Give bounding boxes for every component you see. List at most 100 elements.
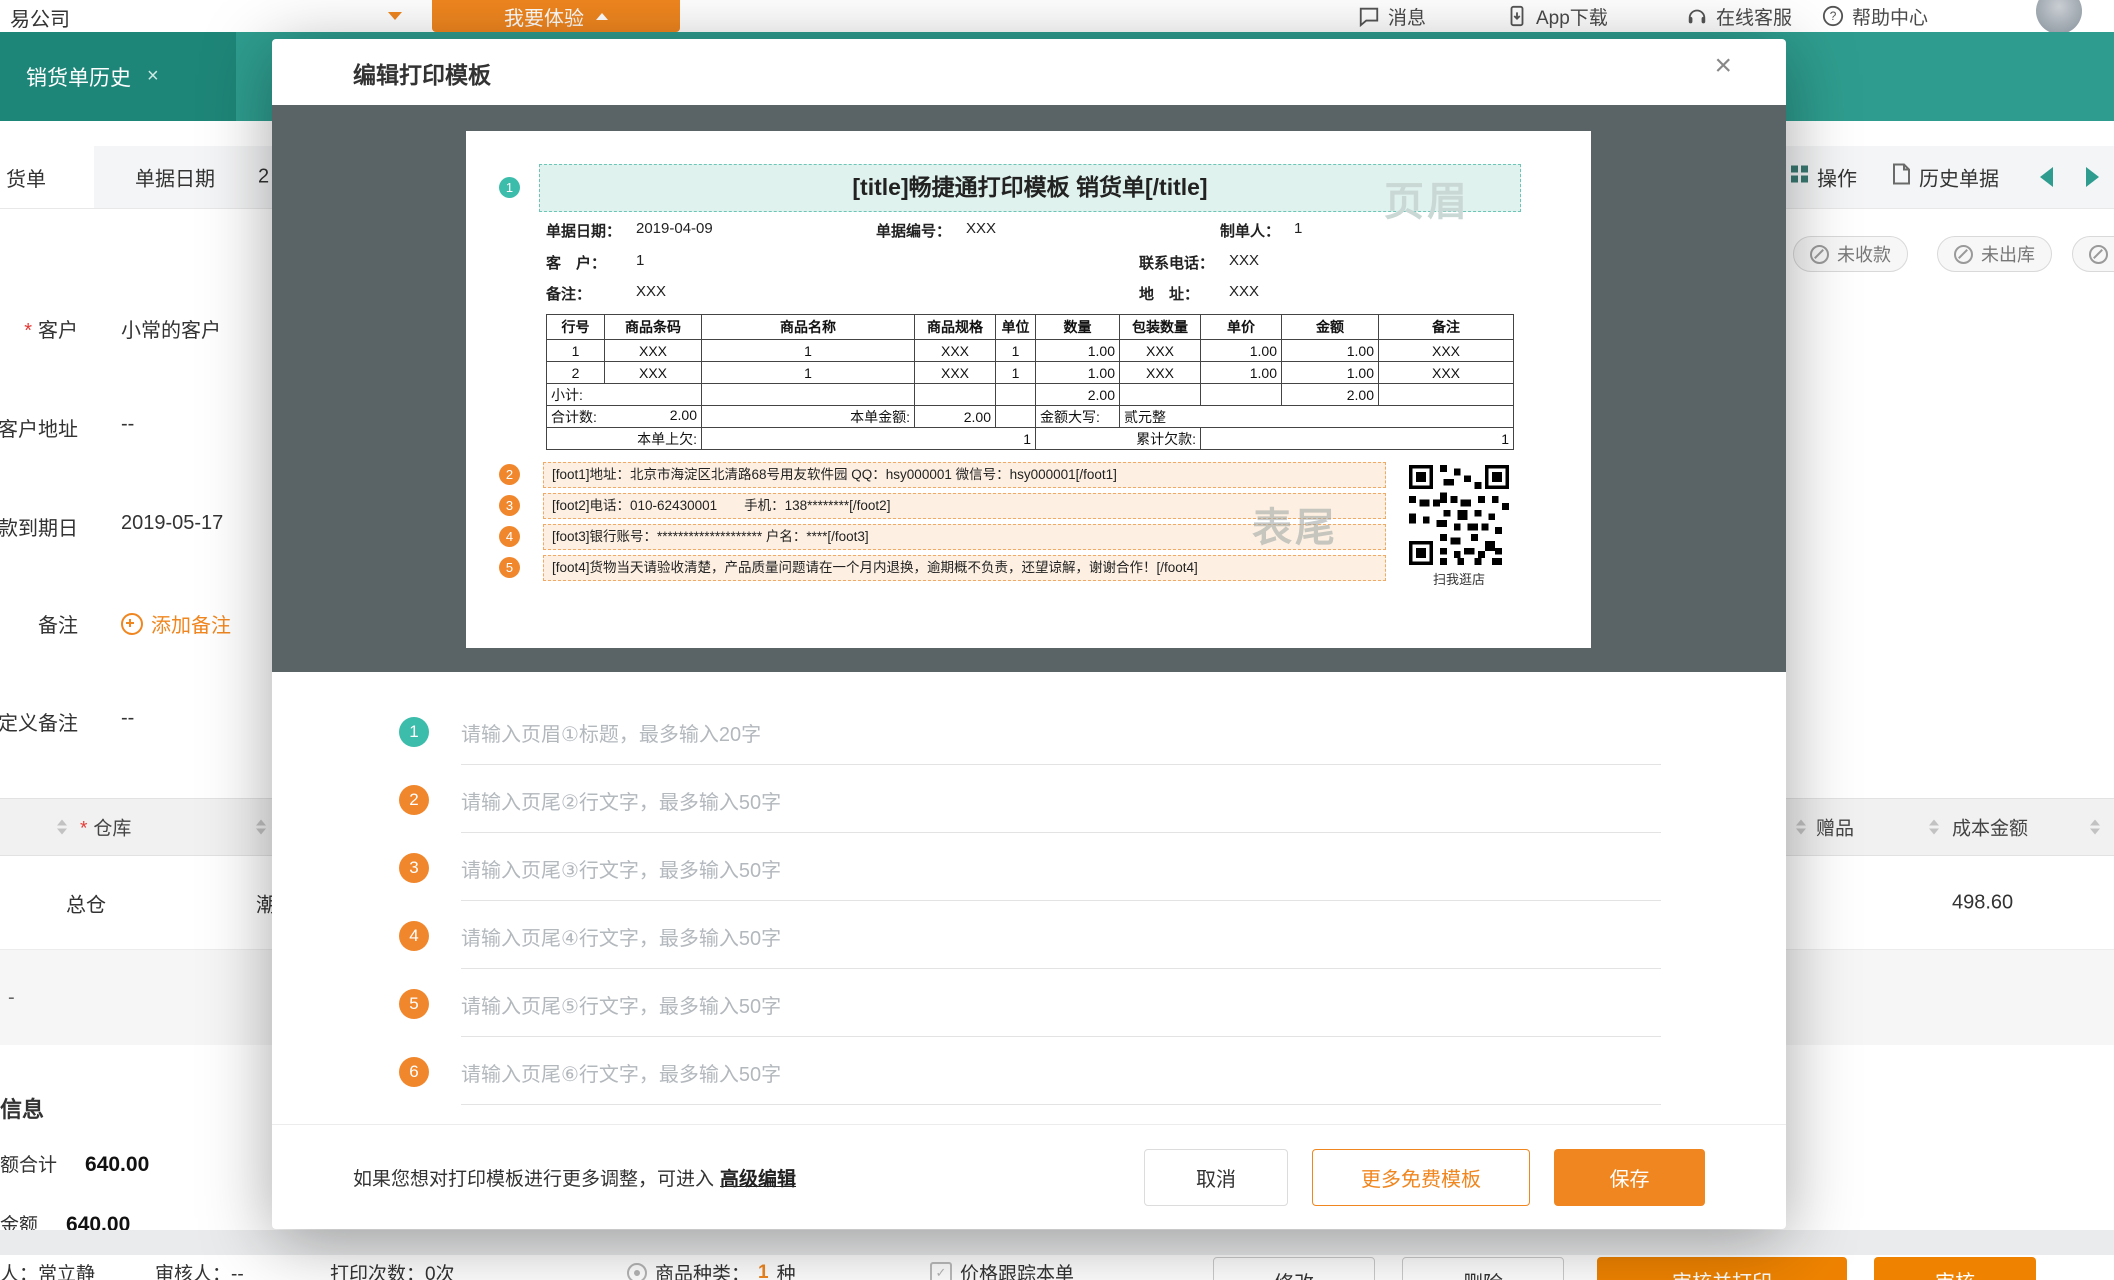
headset-icon	[1686, 5, 1708, 27]
template-items-table: 行号 商品条码 商品名称 商品规格 单位 数量 包装数量 单价 金额 备注 1 XXX 1X…	[546, 314, 1514, 450]
subtab-sales-order[interactable]: 货单	[0, 146, 94, 208]
marker-2: 2	[499, 464, 520, 485]
user-avatar[interactable]	[2036, 0, 2082, 34]
auditor: 审核人：--	[155, 1264, 244, 1280]
modal-title: 编辑打印模板	[353, 62, 491, 88]
sort-icon[interactable]	[1796, 819, 1806, 835]
template-table-subtotal-row: 小计: 2.00 2.00	[546, 383, 1514, 406]
audit-button[interactable]: 审核	[1874, 1257, 2036, 1280]
print-count: 打印次数：0次	[330, 1264, 455, 1280]
sort-icon[interactable]	[256, 819, 266, 835]
input-number-badge: 3	[399, 853, 429, 883]
topbar-item-label: 帮助中心	[1852, 7, 1929, 29]
next-record-arrow-icon[interactable]	[2086, 167, 2099, 187]
ban-icon	[1810, 244, 1829, 264]
header-title-input[interactable]	[461, 698, 1661, 765]
footer-line3-input[interactable]	[461, 834, 1661, 901]
doc-date-label: 单据日期	[135, 168, 215, 191]
ban-icon	[1954, 244, 1973, 264]
template-input-row-3: 3	[399, 834, 1661, 902]
template-table-row: 2 XXX 1 XXX 1 1.00 XXX 1.00 1.00 XXX	[546, 361, 1514, 384]
topbar-item-help-center[interactable]: ? 帮助中心	[1822, 0, 1928, 32]
gift-column-header[interactable]: 赠品	[1816, 814, 1854, 841]
experience-button[interactable]: 我要体验	[432, 0, 680, 32]
cost-amount-cell: 498.60	[1952, 891, 2014, 913]
more-free-templates-button[interactable]: 更多免费模板	[1312, 1148, 1530, 1206]
footer-line5-input[interactable]	[461, 970, 1661, 1037]
template-input-row-4: 4	[399, 902, 1661, 970]
topbar-item-customer-service[interactable]: 在线客服	[1686, 0, 1792, 32]
modify-button[interactable]: 修改	[1213, 1257, 1375, 1280]
sort-icon[interactable]	[2090, 819, 2100, 835]
modal-footer: 如果您想对打印模板进行更多调整，可进入 高级编辑 取消 更多免费模板 保存	[272, 1124, 1786, 1229]
input-number-badge: 4	[399, 921, 429, 951]
qr-code	[1409, 465, 1509, 570]
save-button[interactable]: 保存	[1554, 1148, 1705, 1206]
qr-caption: 扫我逛店	[1432, 572, 1485, 587]
input-number-badge: 1	[399, 717, 429, 747]
add-remark-label: 添加备注	[151, 615, 231, 637]
template-footer-line-4: [foot4]货物当天请验收清楚，产品质量问题请在一个月内退换，逾期概不负责，还…	[543, 555, 1386, 581]
marker-5: 5	[499, 557, 520, 578]
tab-close-icon[interactable]: ×	[147, 65, 159, 88]
template-input-row-1: 1	[399, 698, 1661, 766]
audit-and-print-button[interactable]: 审核并打印	[1597, 1257, 1847, 1280]
meta-no-value: XXX	[966, 220, 997, 237]
sort-icon[interactable]	[1929, 819, 1939, 835]
price-track-option[interactable]: ✓ 价格跟踪本单	[930, 1259, 1074, 1280]
history-docs-label: 历史单据	[1919, 168, 1999, 191]
due-date-value: 2019-05-17	[121, 512, 224, 534]
meta-addr-label: 地 址：	[1139, 286, 1200, 303]
modal-close-icon[interactable]: ×	[1714, 51, 1732, 81]
marker-3: 3	[499, 495, 520, 516]
required-star: *	[80, 818, 88, 840]
add-remark-link[interactable]: 添加备注	[121, 609, 231, 638]
status-badge-label: 未收款	[1837, 245, 1891, 265]
help-icon: ?	[1822, 5, 1844, 27]
input-number-badge: 6	[399, 1057, 429, 1087]
document-icon	[1892, 163, 1911, 191]
custom-remark-label: 定义备注	[0, 713, 78, 735]
marker-1: 1	[499, 177, 520, 198]
topbar-item-messages[interactable]: 消息	[1358, 0, 1426, 32]
meta-maker-value: 1	[1294, 220, 1303, 237]
app-root: 易公司 我要体验 消息 App下载 在线客服 ? 帮助中心 销货单历史 × 货单…	[0, 0, 2114, 1280]
product-kinds: 商品种类： 1 种	[627, 1259, 796, 1280]
section-divider-band	[0, 1230, 2114, 1255]
footer-line4-input[interactable]	[461, 902, 1661, 969]
cost-column-header[interactable]: 成本金额	[1952, 814, 2028, 841]
tab-sales-order-history[interactable]: 销货单历史 ×	[0, 32, 236, 121]
meta-date-value: 2019-04-09	[636, 220, 713, 237]
template-table-header-row: 行号 商品条码 商品名称 商品规格 单位 数量 包装数量 单价 金额 备注	[546, 314, 1514, 340]
advanced-edit-link[interactable]: 高级编辑	[720, 1164, 796, 1191]
meta-remark-value: XXX	[636, 283, 667, 300]
template-footer-line-1: [foot1]地址：北京市海淀区北清路68号用友软件园 QQ：hsy000001…	[543, 462, 1386, 488]
custom-remark-value: --	[121, 707, 135, 729]
topbar-item-label: 消息	[1388, 7, 1427, 29]
company-name[interactable]: 易公司	[10, 3, 70, 32]
sort-icon[interactable]	[57, 819, 67, 835]
prev-record-arrow-icon[interactable]	[2040, 167, 2053, 187]
delete-button[interactable]: 删除	[1402, 1257, 1564, 1280]
footer-line6-input[interactable]	[461, 1038, 1661, 1105]
cancel-button[interactable]: 取消	[1144, 1148, 1288, 1206]
phone-download-icon	[1506, 5, 1528, 27]
topbar: 易公司 我要体验 消息 App下载 在线客服 ? 帮助中心	[0, 0, 2114, 34]
footer-line2-input[interactable]	[461, 766, 1661, 833]
history-docs-button[interactable]: 历史单据	[1892, 163, 1999, 192]
topbar-item-label: App下载	[1536, 7, 1608, 29]
company-dropdown-caret-icon[interactable]	[388, 12, 402, 20]
operations-button[interactable]: 操作	[1790, 163, 1857, 192]
experience-button-label: 我要体验	[504, 7, 584, 30]
message-icon	[1358, 5, 1380, 27]
edit-print-template-modal: 编辑打印模板 × 1 [title]畅捷通打印模板 销货单[/title] 页眉…	[272, 39, 1786, 1229]
customer-address-value: --	[121, 413, 135, 435]
topbar-item-app-download[interactable]: App下载	[1506, 0, 1608, 32]
remark-label: 备注	[38, 615, 78, 637]
warehouse-column-header[interactable]: * 仓库	[80, 814, 131, 841]
status-badge-label: 未出库	[1981, 245, 2035, 265]
footer-watermark: 表尾	[1252, 506, 1338, 550]
product-kinds-label: 商品种类：	[655, 1264, 751, 1280]
status-badge-partial	[2072, 236, 2114, 272]
checkbox-icon[interactable]: ✓	[930, 1261, 952, 1280]
